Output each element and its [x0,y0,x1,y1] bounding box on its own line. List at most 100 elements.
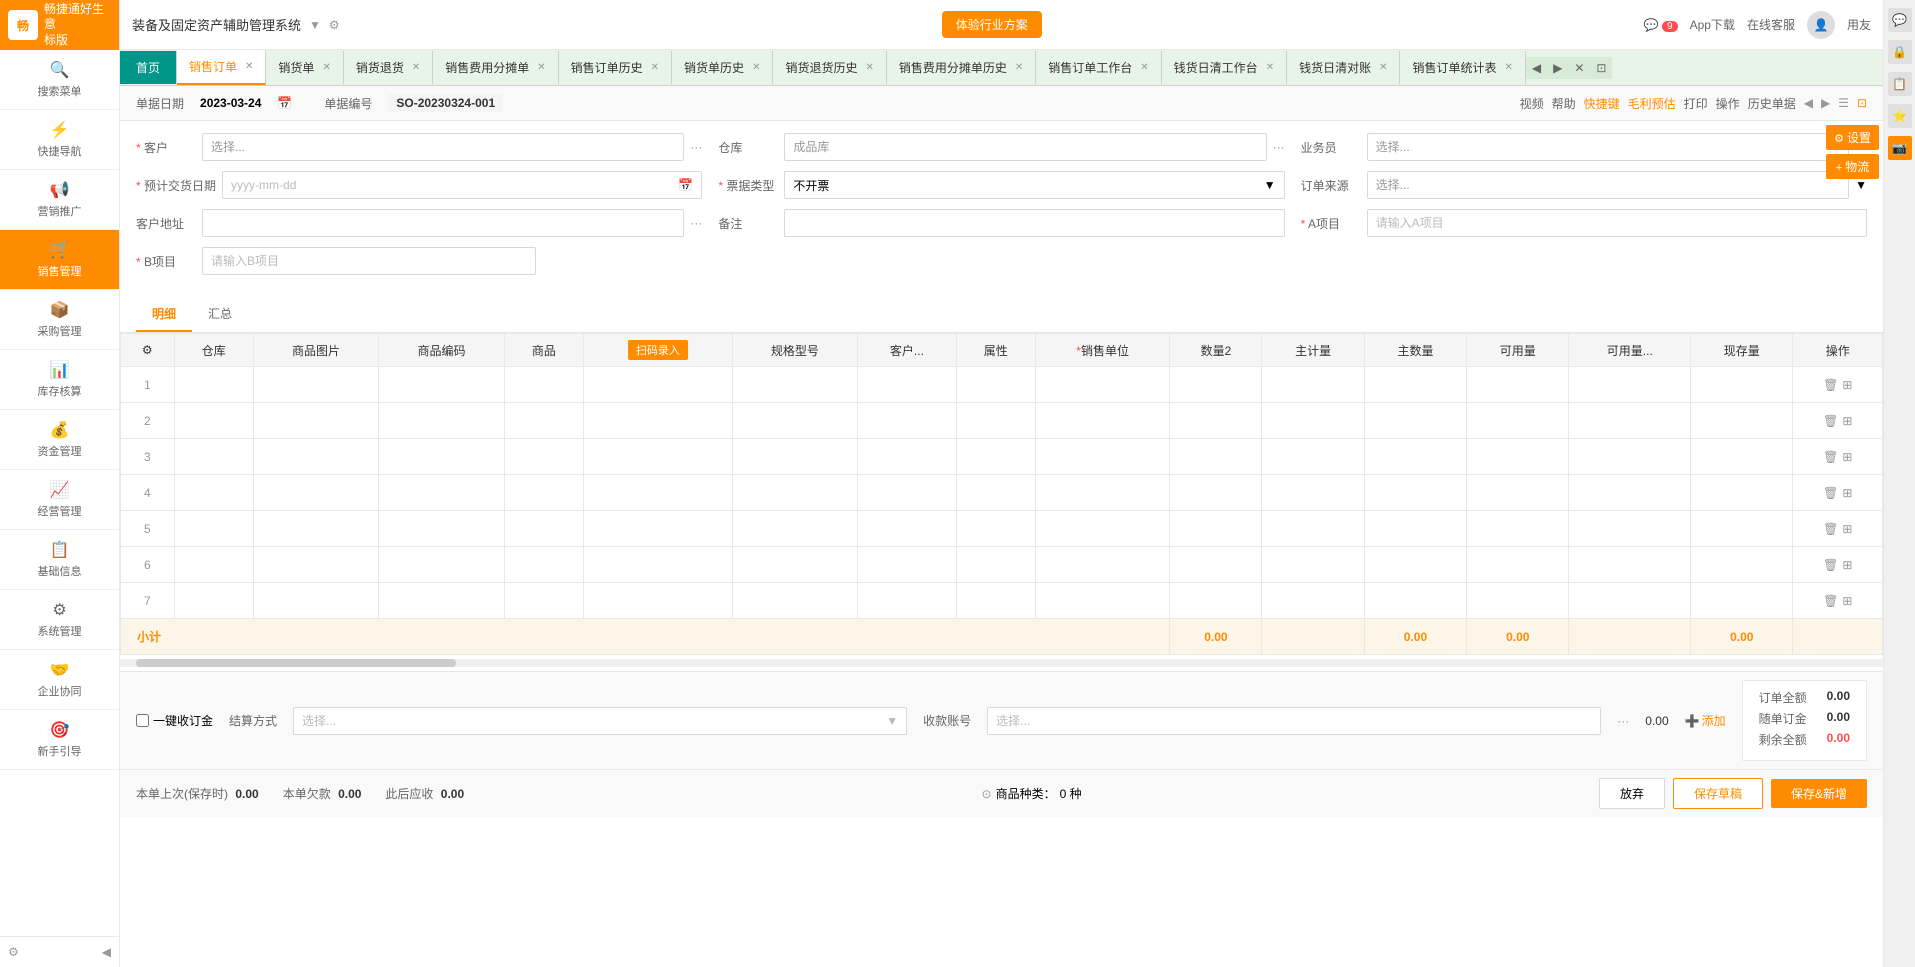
sidebar-item-企业协同[interactable]: 🤝企业协同 [0,650,119,710]
cell-4-5[interactable] [584,475,733,511]
cell-6-14[interactable] [1569,547,1691,583]
cell-4-7[interactable] [858,475,956,511]
cell-4-11[interactable] [1262,475,1364,511]
cell-4-3[interactable] [379,475,505,511]
rs-icon-3[interactable]: 📋 [1888,72,1912,96]
cell-1-12[interactable] [1364,367,1466,403]
auto-collect-check[interactable]: 一键收订金 [136,712,213,729]
shortcut-btn[interactable]: 快捷键 [1584,95,1620,112]
invoice-type-select[interactable]: 不开票 ▼ [784,171,1284,199]
cell-5-5[interactable] [584,511,733,547]
gear-icon[interactable]: ⚙ [329,18,340,32]
cell-7-3[interactable] [379,583,505,619]
cell-6-9[interactable] [1035,547,1170,583]
date-value[interactable]: 2023-03-24 [200,96,261,110]
th-mainUnit[interactable]: 主计量 [1262,334,1364,367]
cell-4-6[interactable] [732,475,858,511]
cell-3-14[interactable] [1569,439,1691,475]
cell-1-8[interactable] [956,367,1035,403]
cell-1-2[interactable] [253,367,379,403]
tab-nav-1[interactable]: ▶ [1547,57,1568,79]
cell-5-1[interactable] [174,511,253,547]
tab-12[interactable]: 销售订单统计表 ✕ [1400,51,1525,84]
cell-4-4[interactable] [504,475,583,511]
cell-6-7[interactable] [858,547,956,583]
tab-8[interactable]: 销售费用分摊单历史 ✕ [887,51,1036,84]
sidebar-item-库存核算[interactable]: 📊库存核算 [0,350,119,410]
cell-7-11[interactable] [1262,583,1364,619]
cell-4-12[interactable] [1364,475,1466,511]
help-btn[interactable]: 帮助 [1552,95,1576,112]
horizontal-scrollbar[interactable] [120,659,1883,667]
dots-icon[interactable]: ··· [1617,714,1629,728]
cell-3-1[interactable] [174,439,253,475]
sidebar-item-经营管理[interactable]: 📈经营管理 [0,470,119,530]
profit-btn[interactable]: 毛利预估 [1628,95,1676,112]
nav-left-icon[interactable]: ◀ [1804,96,1813,110]
cell-5-12[interactable] [1364,511,1466,547]
rs-icon-2[interactable]: 🔒 [1888,40,1912,64]
cell-7-2[interactable] [253,583,379,619]
cell-2-10[interactable] [1170,403,1262,439]
th-qty2[interactable]: 数量2 [1170,334,1262,367]
rs-icon-5[interactable]: 📷 [1888,136,1912,160]
cell-7-6[interactable] [732,583,858,619]
cell-3-10[interactable] [1170,439,1262,475]
save-draft-button[interactable]: 保存草稿 [1673,778,1763,809]
copy-icon[interactable]: ⊞ [1842,450,1852,464]
th-available[interactable]: 可用量 [1467,334,1569,367]
cell-3-7[interactable] [858,439,956,475]
sidebar-item-新手引导[interactable]: 🎯新手引导 [0,710,119,770]
delete-icon[interactable]: 🗑 [1823,486,1838,500]
warehouse-input[interactable]: 成品库 [784,133,1266,161]
cell-1-14[interactable] [1569,367,1691,403]
cell-7-15[interactable] [1691,583,1793,619]
cell-5-8[interactable] [956,511,1035,547]
cell-7-14[interactable] [1569,583,1691,619]
cell-7-7[interactable] [858,583,956,619]
view-btn[interactable]: 视频 [1520,95,1544,112]
cell-2-11[interactable] [1262,403,1364,439]
cell-3-8[interactable] [956,439,1035,475]
settlement-select[interactable]: 选择... ▼ [293,707,907,735]
cell-5-13[interactable] [1467,511,1569,547]
delete-icon[interactable]: 🗑 [1823,450,1838,464]
tab-6[interactable]: 销货单历史 ✕ [672,51,773,84]
rs-icon-4[interactable]: ⭐ [1888,104,1912,128]
cell-1-15[interactable] [1691,367,1793,403]
calendar-icon[interactable]: 📅 [277,96,292,110]
remark-input[interactable] [784,209,1284,237]
cell-4-1[interactable] [174,475,253,511]
cell-4-14[interactable] [1569,475,1691,511]
cell-3-15[interactable] [1691,439,1793,475]
copy-icon[interactable]: ⊞ [1842,414,1852,428]
print-btn[interactable]: 打印 [1684,95,1708,112]
sidebar-item-采购管理[interactable]: 📦采购管理 [0,290,119,350]
warehouse-dots[interactable]: ··· [1273,140,1285,154]
cell-3-12[interactable] [1364,439,1466,475]
delete-icon[interactable]: 🗑 [1823,594,1838,608]
order-source-input[interactable]: 选择... [1367,171,1849,199]
sidebar-item-系统管理[interactable]: ⚙系统管理 [0,590,119,650]
tab-0[interactable]: 首页 [120,51,177,84]
cell-5-14[interactable] [1569,511,1691,547]
copy-icon[interactable]: ⊞ [1842,486,1852,500]
th-spec[interactable]: 规格型号 [732,334,858,367]
a-project-input[interactable]: 请输入A项目 [1367,209,1867,237]
copy-icon[interactable]: ⊞ [1842,594,1852,608]
cell-2-1[interactable] [174,403,253,439]
cell-1-3[interactable] [379,367,505,403]
auto-collect-checkbox[interactable] [136,714,149,727]
tab-2[interactable]: 销货单 ✕ [266,51,343,84]
account-select[interactable]: 选择... [987,707,1601,735]
th-availableMore[interactable]: 可用量... [1569,334,1691,367]
cell-3-5[interactable] [584,439,733,475]
th-image[interactable]: 商品图片 [253,334,379,367]
th-attribute[interactable]: 属性 [956,334,1035,367]
copy-icon[interactable]: ⊞ [1842,378,1852,392]
cell-1-1[interactable] [174,367,253,403]
cell-1-11[interactable] [1262,367,1364,403]
cell-5-6[interactable] [732,511,858,547]
tab-nav-0[interactable]: ◀ [1526,57,1547,79]
cell-2-6[interactable] [732,403,858,439]
